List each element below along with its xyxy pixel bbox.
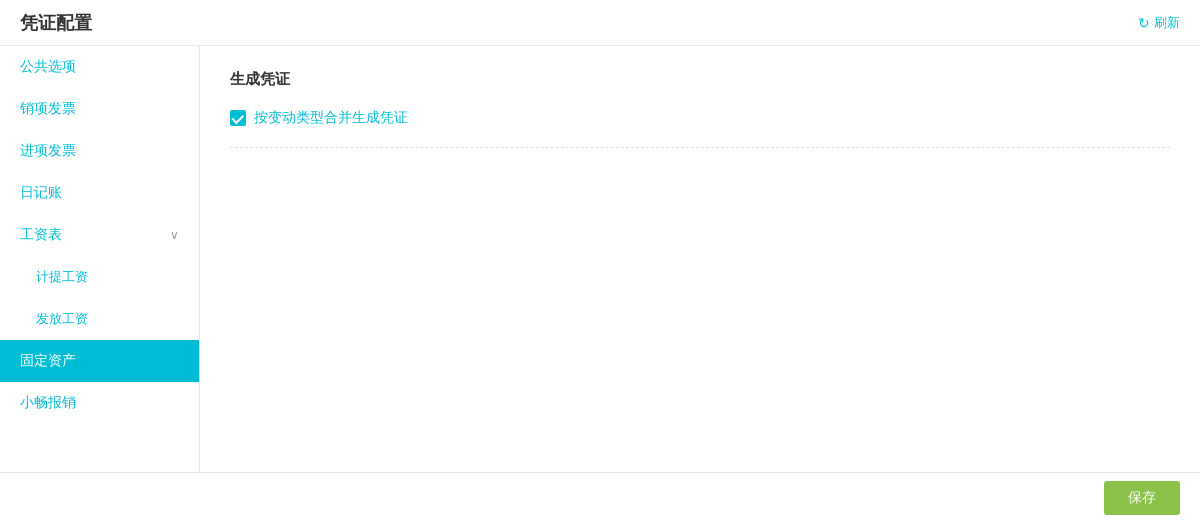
sidebar-label: 销项发票 xyxy=(20,100,76,118)
sidebar-label: 工资表 xyxy=(20,226,62,244)
checkbox-label[interactable]: 按变动类型合并生成凭证 xyxy=(254,109,408,127)
sidebar-item-pay-salary[interactable]: 发放工资 xyxy=(0,298,199,340)
divider xyxy=(230,147,1170,148)
section-title: 生成凭证 xyxy=(230,70,1170,89)
sidebar-label: 进项发票 xyxy=(20,142,76,160)
sidebar-item-purchase-invoice[interactable]: 进项发票 xyxy=(0,130,199,172)
sidebar-label: 发放工资 xyxy=(36,310,88,328)
checkbox-row: 按变动类型合并生成凭证 xyxy=(230,109,1170,127)
chevron-down-icon: ∨ xyxy=(170,228,179,242)
sidebar-label: 计提工资 xyxy=(36,268,88,286)
sidebar-item-sales-invoice[interactable]: 销项发票 xyxy=(0,88,199,130)
footer: 保存 xyxy=(0,472,1200,522)
sidebar-label: 日记账 xyxy=(20,184,62,202)
page-title: 凭证配置 xyxy=(20,11,92,35)
sidebar-label: 固定资产 xyxy=(20,352,76,370)
sidebar-item-journal[interactable]: 日记账 xyxy=(0,172,199,214)
refresh-icon: ↻ xyxy=(1138,15,1150,31)
header: 凭证配置 ↻ 刷新 xyxy=(0,0,1200,46)
body: 公共选项销项发票进项发票日记账工资表 ∨ 计提工资发放工资固定资产小畅报销 生成凭证… xyxy=(0,46,1200,472)
refresh-button[interactable]: ↻ 刷新 xyxy=(1138,14,1180,32)
sidebar: 公共选项销项发票进项发票日记账工资表 ∨ 计提工资发放工资固定资产小畅报销 xyxy=(0,46,200,472)
merge-checkbox[interactable] xyxy=(230,110,246,126)
sidebar-item-fixed-assets[interactable]: 固定资产 xyxy=(0,340,199,382)
save-button[interactable]: 保存 xyxy=(1104,481,1180,515)
sidebar-label: 公共选项 xyxy=(20,58,76,76)
refresh-label: 刷新 xyxy=(1154,14,1180,32)
sidebar-label: 小畅报销 xyxy=(20,394,76,412)
sidebar-item-accrual-salary[interactable]: 计提工资 xyxy=(0,256,199,298)
sidebar-item-expense-claim[interactable]: 小畅报销 xyxy=(0,382,199,424)
main-content: 生成凭证 按变动类型合并生成凭证 xyxy=(200,46,1200,472)
sidebar-item-payroll-table[interactable]: 工资表 ∨ xyxy=(0,214,199,256)
sidebar-item-public-options[interactable]: 公共选项 xyxy=(0,46,199,88)
